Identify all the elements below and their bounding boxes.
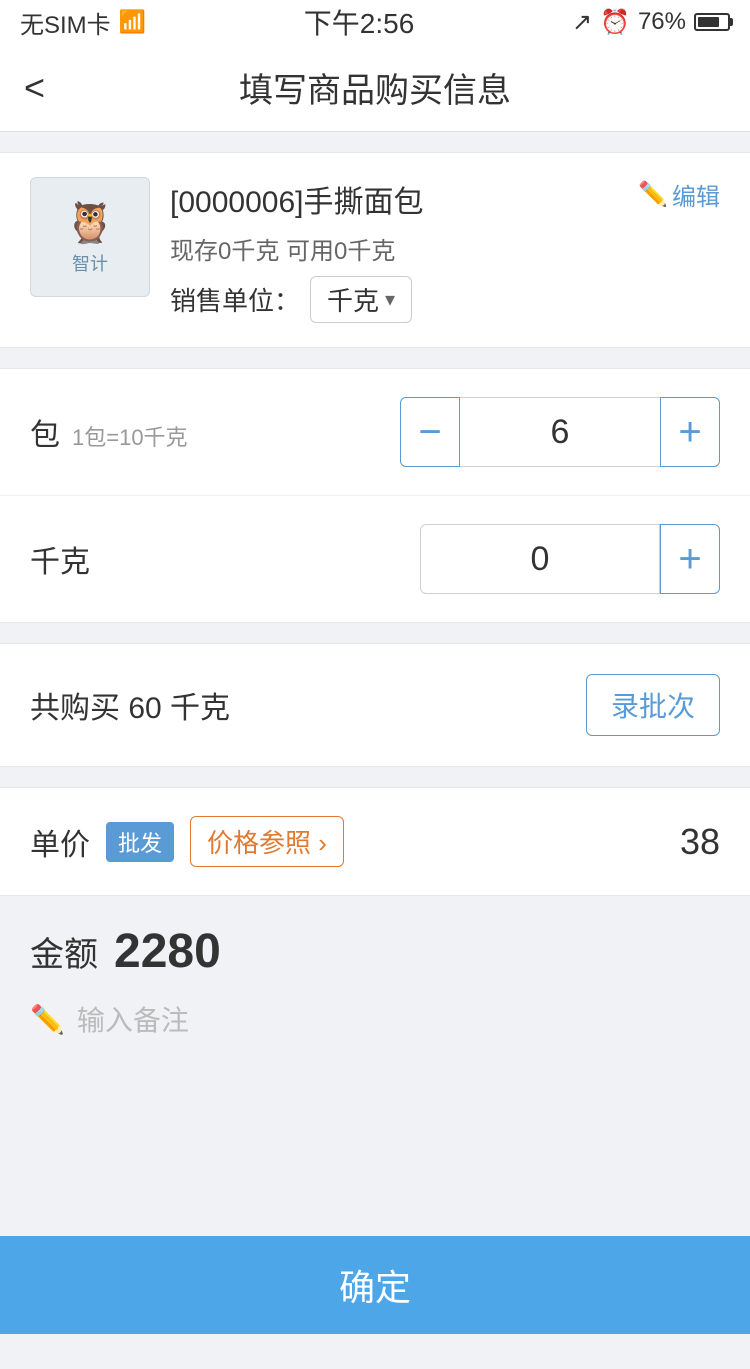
price-value: 38 [680,821,720,863]
kg-plus-button[interactable]: + [660,524,720,594]
product-image: 🦉 智计 [30,177,150,297]
page-title: 填写商品购买信息 [239,63,511,112]
bao-row: 包 1包=10千克 − + [0,369,750,496]
wifi-icon: 📶 [119,9,146,35]
amount-row: 金额 2280 [30,924,720,979]
bao-qty-input[interactable] [460,397,660,467]
price-ref-button[interactable]: 价格参照 › [190,816,344,867]
status-bar: 无SIM卡 📶 下午2:56 ↗ ⏰ 76% [0,0,750,44]
product-card: 🦉 智计 [0000006]手撕面包 ✏️ 编辑 现存0千克 可用0千克 销售单… [0,152,750,348]
carrier-text: 无SIM卡 [20,5,111,40]
product-info: [0000006]手撕面包 ✏️ 编辑 现存0千克 可用0千克 销售单位： 千克… [170,177,720,323]
battery-icon [694,13,730,31]
unit-select[interactable]: 千克 ▾ [310,276,412,323]
price-label: 单价 [30,820,90,864]
unit-label: 销售单位： [170,281,300,318]
unit-value: 千克 [327,281,379,318]
confirm-button[interactable]: 确定 [339,1259,411,1311]
chevron-down-icon: ▾ [385,287,395,312]
bao-label: 包 1包=10千克 [30,410,400,454]
price-tag: 批发 [106,822,174,862]
time-display: 下午2:56 [304,2,415,42]
bao-sublabel: 1包=10千克 [72,420,188,452]
confirm-bar[interactable]: 确定 [0,1236,750,1334]
note-placeholder: 输入备注 [77,999,189,1039]
kg-qty-control: + [420,524,720,594]
note-row[interactable]: ✏️ 输入备注 [30,999,720,1059]
edit-label: 编辑 [672,177,720,212]
product-unit-row: 销售单位： 千克 ▾ [170,276,720,323]
bao-qty-control: − + [400,397,720,467]
battery-percent: 76% [638,8,686,36]
edit-button[interactable]: ✏️ 编辑 [638,177,720,212]
kg-row: 千克 + [0,496,750,622]
amount-section: 金额 2280 ✏️ 输入备注 [0,896,750,1059]
kg-label: 千克 [30,537,420,581]
edit-icon: ✏️ [638,180,668,209]
price-section: 单价 批发 价格参照 › 38 [0,787,750,896]
total-row: 共购买 60 千克 录批次 [0,643,750,767]
pencil-icon: ✏️ [30,1003,65,1036]
product-thumbnail-icon: 🦉 [65,199,115,246]
status-right: ↗ ⏰ 76% [572,8,730,37]
amount-label: 金额 [30,927,98,976]
nav-bar: < 填写商品购买信息 [0,44,750,132]
status-left: 无SIM卡 📶 [20,5,146,40]
batch-button[interactable]: 录批次 [586,674,720,736]
product-stock: 现存0千克 可用0千克 [170,231,720,266]
alarm-icon: ⏰ [600,8,630,37]
back-button[interactable]: < [24,67,45,109]
amount-value: 2280 [114,924,221,979]
product-img-label: 智计 [72,250,108,276]
bao-section: 包 1包=10千克 − + 千克 + [0,368,750,623]
total-label: 共购买 60 千克 [30,683,230,727]
kg-qty-input[interactable] [420,524,660,594]
bao-plus-button[interactable]: + [660,397,720,467]
bao-minus-button[interactable]: − [400,397,460,467]
location-icon: ↗ [572,8,592,37]
product-name: [0000006]手撕面包 [170,177,423,221]
